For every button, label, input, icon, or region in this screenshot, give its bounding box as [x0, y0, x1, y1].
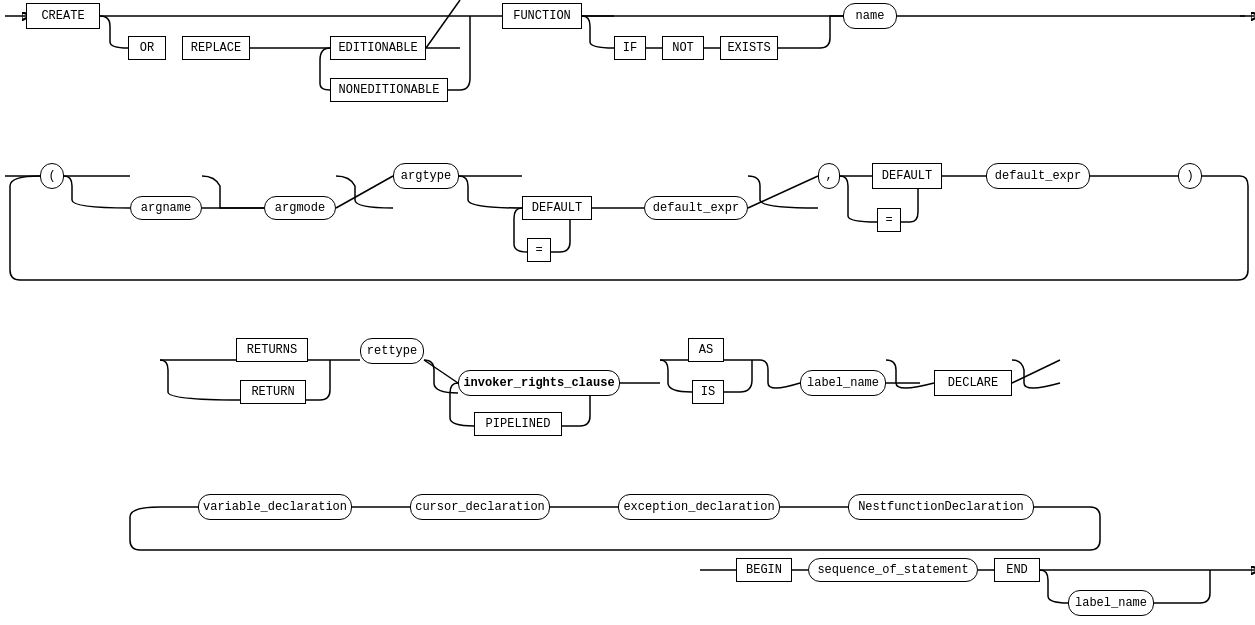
invoker-rights-node: invoker_rights_clause — [458, 370, 620, 396]
not-node: NOT — [662, 36, 704, 60]
default-expr1-node: default_expr — [644, 196, 748, 220]
default-expr2-node: default_expr — [986, 163, 1090, 189]
svg-line-3 — [426, 0, 460, 48]
railroad-diagram: CREATE OR REPLACE EDITIONABLE NONEDITION… — [0, 0, 1255, 625]
exists-node: EXISTS — [720, 36, 778, 60]
name-node: name — [843, 3, 897, 29]
editionable-node: EDITIONABLE — [330, 36, 426, 60]
argtype-node: argtype — [393, 163, 459, 189]
seq-of-stmt-node: sequence_of_statement — [808, 558, 978, 582]
svg-line-19 — [748, 176, 818, 208]
if-node: IF — [614, 36, 646, 60]
end-node: END — [994, 558, 1040, 582]
noneditionable-node: NONEDITIONABLE — [330, 78, 448, 102]
diagram-lines — [0, 0, 1255, 625]
svg-line-28 — [424, 360, 458, 383]
is-node: IS — [692, 380, 724, 404]
replace-node: REPLACE — [182, 36, 250, 60]
create-node: CREATE — [26, 3, 100, 29]
exception-decl-node: exception_declaration — [618, 494, 780, 520]
eq2-node: = — [877, 208, 901, 232]
default2-node: DEFAULT — [872, 163, 942, 189]
argname-node: argname — [130, 196, 202, 220]
return-node: RETURN — [240, 380, 306, 404]
rettype-node: rettype — [360, 338, 424, 364]
declare-node: DECLARE — [934, 370, 1012, 396]
nestfunction-decl-node: NestfunctionDeclaration — [848, 494, 1034, 520]
cursor-decl-node: cursor_declaration — [410, 494, 550, 520]
pipelined-node: PIPELINED — [474, 412, 562, 436]
comma-node: , — [818, 163, 840, 189]
or-node: OR — [128, 36, 166, 60]
label-name2-node: label_name — [1068, 590, 1154, 616]
variable-decl-node: variable_declaration — [198, 494, 352, 520]
lparen-node: ( — [40, 163, 64, 189]
argmode-node: argmode — [264, 196, 336, 220]
begin-node: BEGIN — [736, 558, 792, 582]
default1-node: DEFAULT — [522, 196, 592, 220]
function-node: FUNCTION — [502, 3, 582, 29]
label-name1-node: label_name — [800, 370, 886, 396]
eq1-node: = — [527, 238, 551, 262]
svg-line-15 — [336, 176, 393, 208]
rparen-node: ) — [1178, 163, 1202, 189]
as-node: AS — [688, 338, 724, 362]
returns-node: RETURNS — [236, 338, 308, 362]
svg-line-35 — [1012, 360, 1060, 383]
